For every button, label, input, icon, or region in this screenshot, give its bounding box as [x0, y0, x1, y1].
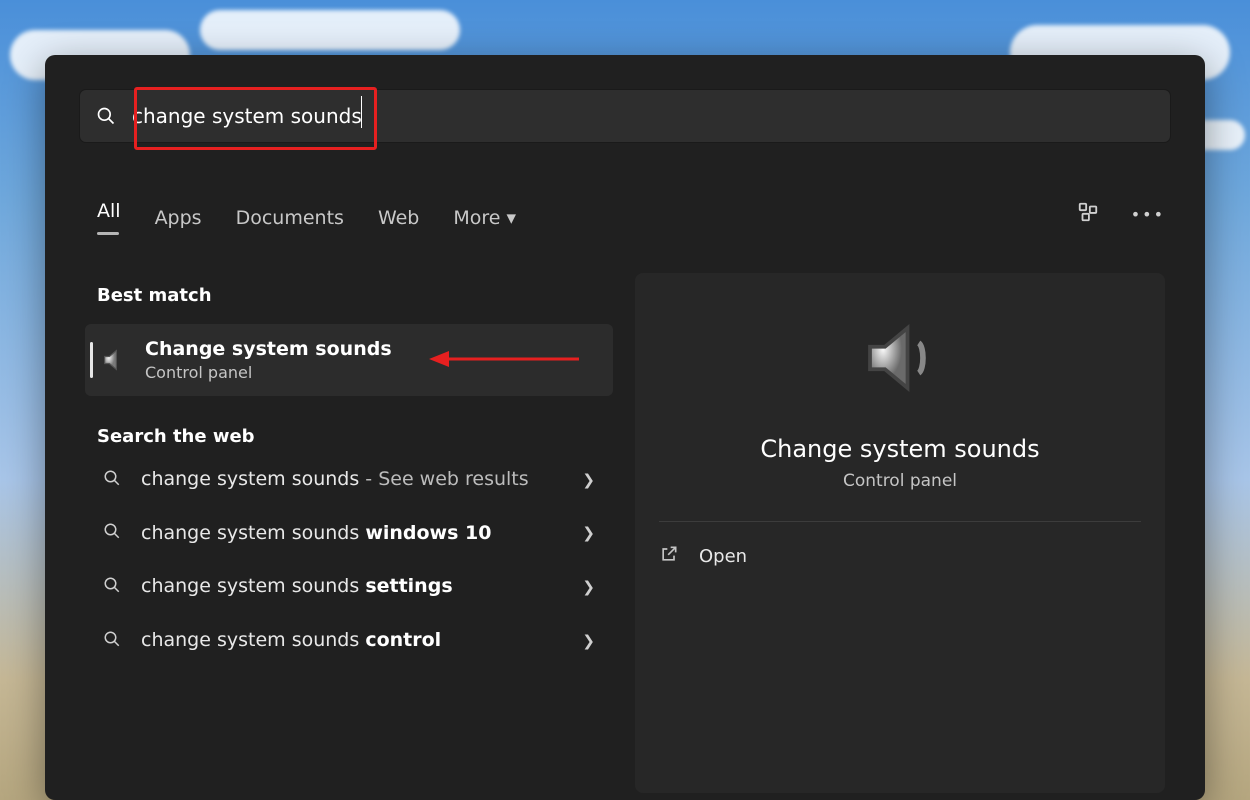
speaker-icon: [855, 313, 945, 407]
chevron-right-icon: ❯: [582, 632, 595, 650]
tab-all[interactable]: All: [97, 200, 121, 253]
web-suggestion-text: change system sounds - See web results: [141, 467, 562, 493]
apps-grid-icon[interactable]: [1077, 201, 1099, 227]
web-suggestion-1[interactable]: change system sounds - See web results ❯: [85, 453, 613, 507]
search-tabs: All Apps Documents Web More▾: [97, 200, 516, 253]
open-label: Open: [699, 546, 747, 567]
search-icon: [103, 576, 121, 598]
tab-web[interactable]: Web: [378, 207, 419, 247]
web-suggestion-text: change system sounds settings: [141, 574, 562, 600]
web-suggestion-4[interactable]: change system sounds control ❯: [85, 614, 613, 668]
results-column: Best match Change system sounds Control …: [85, 277, 613, 668]
web-suggestion-text: change system sounds control: [141, 628, 562, 654]
search-web-heading: Search the web: [97, 426, 601, 447]
text-caret: [361, 96, 362, 128]
web-suggestion-text: change system sounds windows 10: [141, 521, 562, 547]
preview-subtitle: Control panel: [843, 471, 957, 491]
chevron-right-icon: ❯: [582, 578, 595, 596]
preview-title: Change system sounds: [760, 435, 1039, 463]
best-match-heading: Best match: [97, 285, 601, 306]
open-action[interactable]: Open: [635, 522, 1165, 591]
result-subtitle: Control panel: [145, 363, 392, 382]
chevron-right-icon: ❯: [582, 471, 595, 489]
tab-documents[interactable]: Documents: [236, 207, 344, 247]
search-icon: [103, 630, 121, 652]
result-title: Change system sounds: [145, 338, 392, 360]
speaker-icon: [99, 345, 129, 375]
start-search-panel: All Apps Documents Web More▾ ••• Best ma…: [45, 55, 1205, 800]
search-box[interactable]: [80, 90, 1170, 142]
web-suggestion-2[interactable]: change system sounds windows 10 ❯: [85, 507, 613, 561]
tab-more[interactable]: More▾: [453, 207, 516, 247]
search-icon: [80, 106, 132, 126]
search-icon: [103, 469, 121, 491]
search-icon: [103, 522, 121, 544]
more-options-icon[interactable]: •••: [1131, 205, 1165, 224]
selection-indicator: [90, 342, 93, 378]
annotation-arrow: [429, 339, 579, 379]
search-input[interactable]: [132, 104, 1170, 128]
chevron-down-icon: ▾: [506, 207, 516, 229]
tab-apps[interactable]: Apps: [155, 207, 202, 247]
web-suggestion-3[interactable]: change system sounds settings ❯: [85, 560, 613, 614]
chevron-right-icon: ❯: [582, 524, 595, 542]
preview-pane: Change system sounds Control panel Open: [635, 273, 1165, 793]
open-external-icon: [659, 544, 679, 569]
